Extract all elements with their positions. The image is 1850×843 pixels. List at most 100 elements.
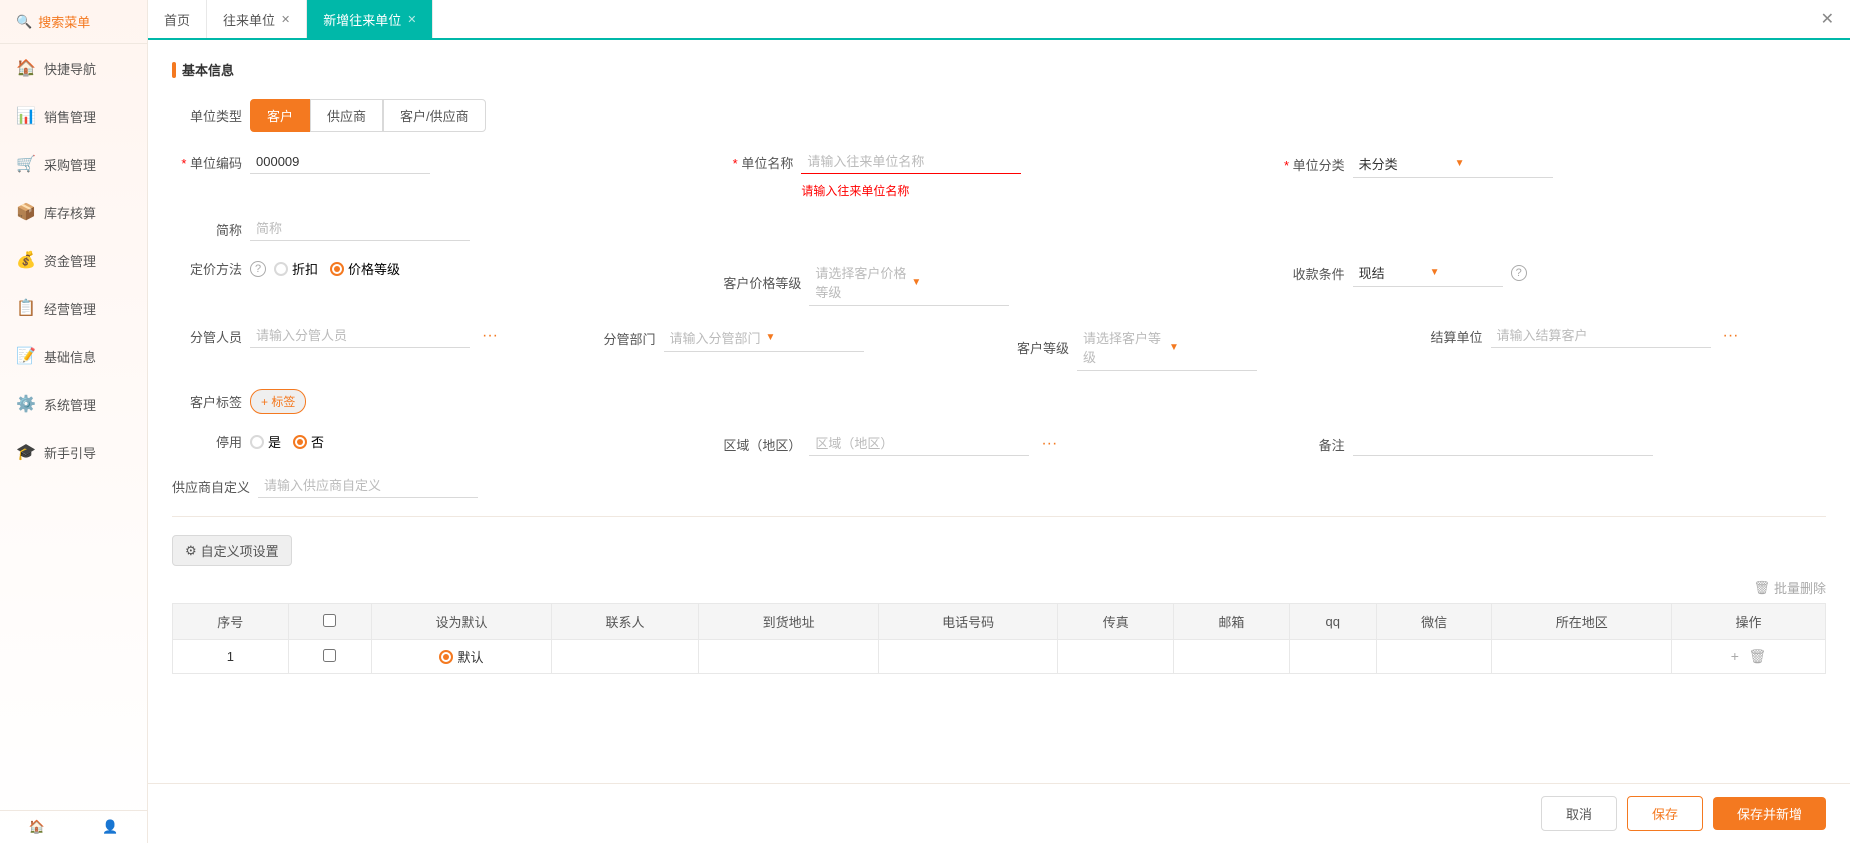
select-all-checkbox[interactable]	[323, 614, 336, 627]
department-label: 分管部门	[586, 329, 656, 348]
remark-input[interactable]	[1353, 432, 1653, 456]
row-default-radio[interactable]: 默认	[382, 647, 541, 666]
save-new-button[interactable]: 保存并新增	[1713, 797, 1826, 830]
pricing-row: 定价方法 ? 折扣 价格等级 客户价格等级 请选择客户价格等级	[172, 259, 1826, 306]
sidebar-item-purchase[interactable]: 🛒 采购管理	[0, 140, 147, 188]
unit-category-label: 单位分类	[1275, 155, 1345, 174]
tab-partners-close[interactable]: ✕	[281, 13, 290, 26]
pricing-info-icon[interactable]: ?	[250, 261, 266, 277]
section-title: 基本信息	[172, 60, 1826, 79]
manager-label: 分管人员	[172, 327, 242, 346]
sidebar-item-basic-info[interactable]: 📝 基础信息	[0, 332, 147, 380]
tab-partners[interactable]: 往来单位 ✕	[207, 0, 307, 38]
td-wechat	[1376, 640, 1492, 674]
region-input[interactable]	[809, 432, 1029, 456]
customer-level-select[interactable]: 请选择客户等级 ▼	[1077, 324, 1257, 371]
sidebar-item-inventory[interactable]: 📦 库存核算	[0, 188, 147, 236]
manager-input[interactable]	[250, 324, 470, 348]
tab-home[interactable]: 首页	[148, 0, 207, 38]
customer-price-level-arrow: ▼	[911, 277, 1003, 288]
row-add-icon[interactable]: +	[1728, 648, 1742, 664]
batch-delete-icon: 🗑	[1753, 580, 1770, 596]
td-address	[699, 640, 879, 674]
unit-name-input[interactable]	[801, 150, 1021, 174]
basic-info-icon: 📝	[16, 346, 36, 366]
sidebar-bottom-home[interactable]: 🏠	[0, 811, 74, 843]
tab-bar-close[interactable]: ✕	[1805, 9, 1850, 29]
sidebar-item-operations[interactable]: 📋 经营管理	[0, 284, 147, 332]
unit-category-arrow: ▼	[1455, 158, 1547, 169]
short-name-input[interactable]	[250, 217, 470, 241]
unit-code-label: 单位编码	[172, 153, 242, 172]
payment-terms-select[interactable]: 现结 ▼	[1353, 259, 1503, 287]
disable-yes-circle	[250, 435, 264, 449]
unit-type-supplier-btn[interactable]: 供应商	[310, 99, 383, 132]
payment-terms-field: 收款条件 现结 ▼ ?	[1275, 259, 1826, 287]
sidebar-item-guide[interactable]: 🎓 新手引导	[0, 428, 147, 476]
td-location	[1492, 640, 1672, 674]
disable-no-radio[interactable]: 否	[293, 432, 324, 451]
short-name-field: 简称	[172, 217, 1826, 241]
customer-price-level-select[interactable]: 请选择客户价格等级 ▼	[809, 259, 1009, 306]
unit-type-both-btn[interactable]: 客户/供应商	[383, 99, 486, 132]
unit-category-select[interactable]: 未分类 ▼	[1353, 150, 1553, 178]
supplier-custom-input[interactable]	[258, 474, 478, 498]
settlement-unit-ellipsis[interactable]: ···	[1719, 327, 1743, 345]
unit-code-field: 单位编码	[172, 150, 723, 174]
sidebar-bottom-user[interactable]: 👤	[74, 811, 148, 843]
contacts-table: 序号 设为默认 联系人 到货地址 电话号码 传真 邮箱 qq 微信 所在地区 操…	[172, 603, 1826, 674]
td-qq	[1289, 640, 1376, 674]
manager-field: 分管人员 ···	[172, 324, 586, 348]
sidebar-item-sales[interactable]: 📊 销售管理	[0, 92, 147, 140]
custom-settings-area: ⚙ 自定义项设置	[172, 535, 1826, 578]
search-menu[interactable]: 🔍 搜索菜单	[0, 0, 147, 44]
unit-name-field: 单位名称 请输入往来单位名称	[723, 150, 1274, 199]
table-row: 1 默认	[173, 640, 1826, 674]
manager-ellipsis[interactable]: ···	[478, 327, 502, 345]
unit-type-label: 单位类型	[172, 106, 242, 125]
action-bar: 取消 保存 保存并新增	[148, 783, 1850, 843]
tab-new-partner-close[interactable]: ✕	[407, 13, 416, 26]
payment-terms-label: 收款条件	[1275, 264, 1345, 283]
pricing-grade-radio[interactable]: 价格等级	[330, 259, 400, 278]
main-area: 首页 往来单位 ✕ 新增往来单位 ✕ ✕ 基本信息 单位类型 客户 供应商 客户…	[148, 0, 1850, 843]
region-ellipsis[interactable]: ···	[1037, 435, 1061, 453]
disable-yes-radio[interactable]: 是	[250, 432, 281, 451]
tab-bar: 首页 往来单位 ✕ 新增往来单位 ✕ ✕	[148, 0, 1850, 40]
unit-type-customer-btn[interactable]: 客户	[250, 99, 310, 132]
sidebar-item-system[interactable]: ⚙️ 系统管理	[0, 380, 147, 428]
cancel-button[interactable]: 取消	[1541, 796, 1617, 831]
pricing-discount-radio[interactable]: 折扣	[274, 259, 318, 278]
operations-icon: 📋	[16, 298, 36, 318]
td-contact	[551, 640, 699, 674]
payment-terms-info-icon[interactable]: ?	[1511, 265, 1527, 281]
th-checkbox	[288, 604, 372, 640]
sidebar-item-quick-nav[interactable]: 🏠 快捷导航	[0, 44, 147, 92]
department-select[interactable]: 请输入分管部门 ▼	[664, 324, 864, 352]
td-default: 默认	[372, 640, 552, 674]
unit-code-input[interactable]	[250, 150, 430, 174]
settlement-unit-input[interactable]	[1491, 324, 1711, 348]
add-tag-button[interactable]: + 标签	[250, 389, 306, 414]
th-contact: 联系人	[551, 604, 699, 640]
th-fax: 传真	[1058, 604, 1174, 640]
row-checkbox[interactable]	[323, 649, 336, 662]
department-arrow: ▼	[766, 332, 858, 343]
guide-icon: 🎓	[16, 442, 36, 462]
tab-new-partner[interactable]: 新增往来单位 ✕	[307, 0, 433, 38]
th-default: 设为默认	[372, 604, 552, 640]
sidebar-item-finance[interactable]: 💰 资金管理	[0, 236, 147, 284]
section-bar-icon	[172, 62, 176, 78]
user-bottom-icon: 👤	[102, 819, 118, 835]
custom-settings-button[interactable]: ⚙ 自定义项设置	[172, 535, 292, 566]
batch-delete-label[interactable]: 批量删除	[1774, 578, 1826, 597]
divider	[172, 516, 1826, 517]
customer-tag-row: 客户标签 + 标签	[172, 389, 1826, 414]
td-seq: 1	[173, 640, 289, 674]
unit-name-error: 请输入往来单位名称	[801, 184, 909, 198]
row-delete-icon[interactable]: 🗑	[1746, 648, 1770, 664]
home-icon: 🏠	[16, 58, 36, 78]
table-header-row: 序号 设为默认 联系人 到货地址 电话号码 传真 邮箱 qq 微信 所在地区 操…	[173, 604, 1826, 640]
customer-level-label: 客户等级	[999, 338, 1069, 357]
save-button[interactable]: 保存	[1627, 796, 1703, 831]
